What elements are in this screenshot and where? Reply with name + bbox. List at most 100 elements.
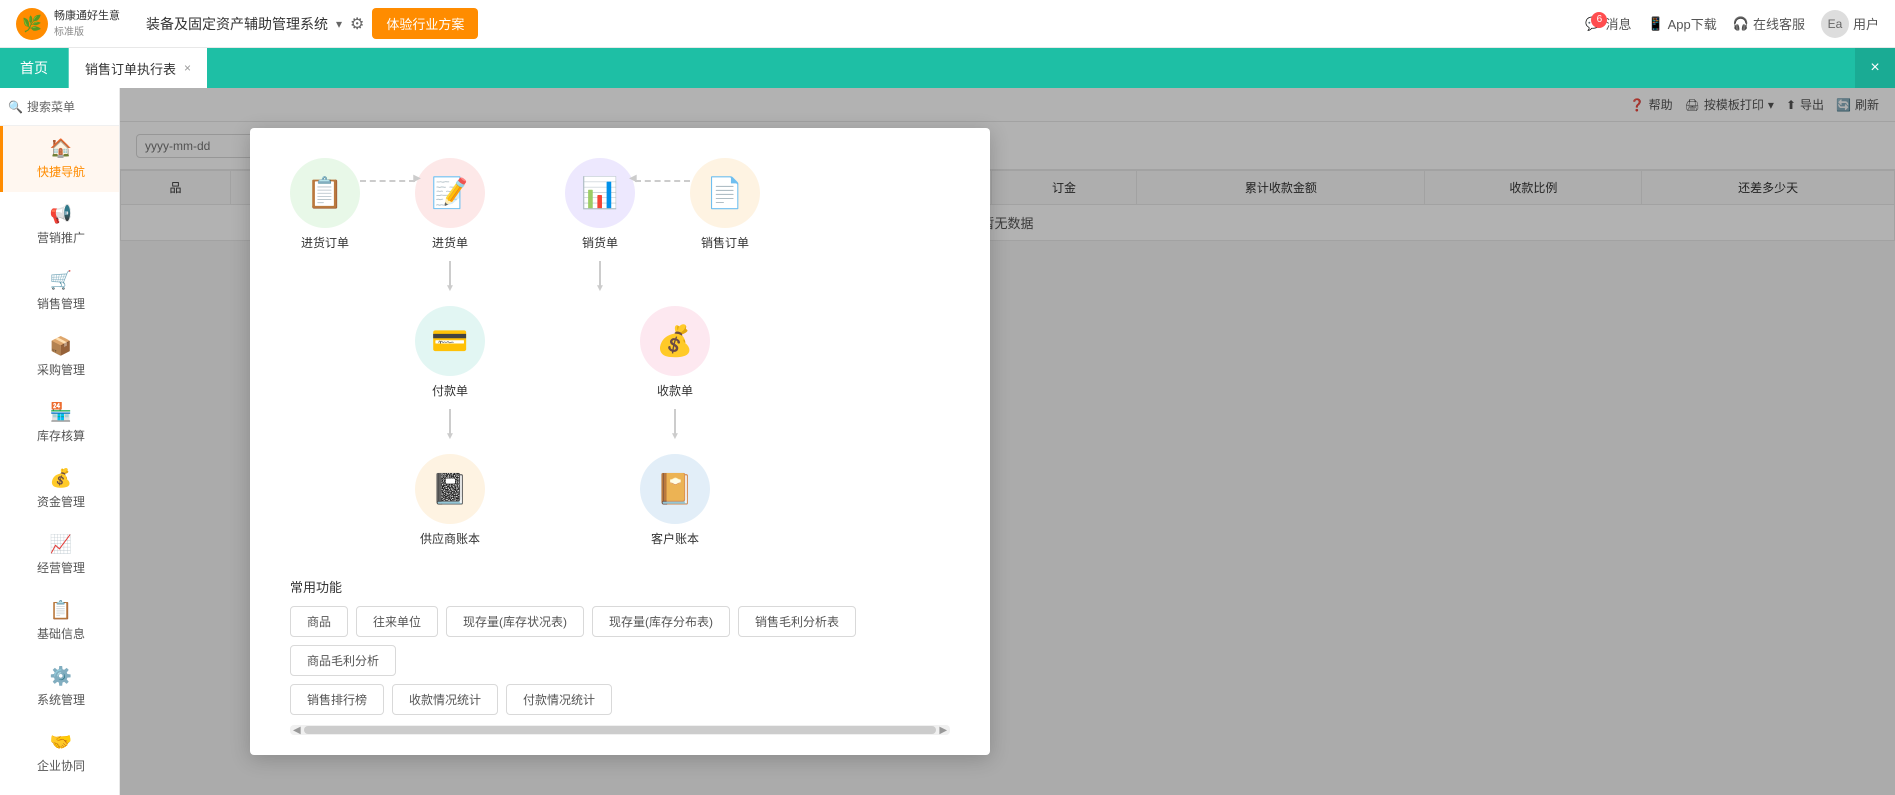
- scroll-thumb[interactable]: [304, 726, 937, 734]
- trial-btn[interactable]: 体验行业方案: [372, 8, 478, 39]
- tab-close-all-btn[interactable]: ×: [1855, 48, 1895, 88]
- sidebar-item-inventory[interactable]: 🏪 库存核算: [0, 390, 119, 456]
- flow-node-customer-ledger[interactable]: 📔 客户账本: [640, 454, 710, 547]
- payment-label: 付款单: [432, 382, 468, 399]
- service-label: 在线客服: [1753, 14, 1805, 33]
- sale-order-label: 销售订单: [701, 234, 749, 251]
- sidebar-item-basic[interactable]: 📋 基础信息: [0, 588, 119, 654]
- basic-icon: 📋: [50, 600, 72, 621]
- purchase-slip-icon-circle: 📝: [415, 158, 485, 228]
- sidebar-item-label: 基础信息: [37, 625, 85, 642]
- main-layout: 🔍 搜索菜单 🏠 快捷导航 📢 营销推广 🛒 销售管理 📦 采购管理 🏪 库存核…: [0, 88, 1895, 795]
- scroll-left-arrow[interactable]: ◀: [290, 723, 304, 737]
- func-btn-goods-gross[interactable]: 商品毛利分析: [290, 645, 396, 676]
- common-func-row-2: 销售排行榜 收款情况统计 付款情况统计: [290, 684, 950, 715]
- sidebar-item-marketing[interactable]: 📢 营销推广: [0, 192, 119, 258]
- sidebar-item-operation[interactable]: 📈 经营管理: [0, 522, 119, 588]
- flow-node-sale-slip[interactable]: 📊 销货单 ▼: [565, 158, 635, 286]
- search-icon: 🔍: [8, 100, 23, 114]
- scroll-right-arrow[interactable]: ▶: [936, 723, 950, 737]
- sidebar-search[interactable]: 🔍 搜索菜单: [0, 88, 119, 126]
- settings-gear-btn[interactable]: ⚙: [350, 14, 364, 34]
- func-btn-stock-status[interactable]: 现存量(库存状况表): [446, 606, 584, 637]
- logo-text: 畅康通好生意: [54, 9, 120, 23]
- purchase-order-icon: 📋: [306, 176, 343, 211]
- supplier-ledger-icon: 📓: [431, 472, 468, 507]
- sidebar-item-finance[interactable]: 💰 资金管理: [0, 456, 119, 522]
- flow-node-purchase-order[interactable]: 📋 进货订单: [290, 158, 360, 251]
- arrow-v4: ▼: [674, 409, 676, 434]
- flow-node-supplier-ledger[interactable]: 📓 供应商账本: [415, 454, 485, 547]
- sidebar-item-label: 资金管理: [37, 493, 85, 510]
- flow-node-payment[interactable]: 💳 付款单 ▼: [415, 306, 485, 434]
- receipt-icon: 💰: [656, 324, 693, 359]
- header-center: 装备及固定资产辅助管理系统 ▾ ⚙ 体验行业方案: [136, 8, 1585, 39]
- sidebar-item-purchase[interactable]: 📦 采购管理: [0, 324, 119, 390]
- arrow-v1: ▼: [449, 261, 451, 286]
- arrow-v2: ▼: [599, 261, 601, 286]
- sidebar-item-guide[interactable]: 📖 新手引导: [0, 786, 119, 795]
- customer-ledger-icon-circle: 📔: [640, 454, 710, 524]
- service-btn[interactable]: 🎧 在线客服: [1733, 14, 1805, 33]
- arrow-v3: ▼: [449, 409, 451, 434]
- tab-active[interactable]: 销售订单执行表 ×: [69, 48, 207, 88]
- content-area: ❓ 帮助 🖨 按模板打印 ▾ ⬆ 导出 🔄 刷新 📅 — 📅: [120, 88, 1895, 795]
- system-title: 装备及固定资产辅助管理系统: [146, 14, 328, 34]
- sidebar-item-label: 库存核算: [37, 427, 85, 444]
- func-btn-sales-gross[interactable]: 销售毛利分析表: [738, 606, 856, 637]
- sidebar-item-label: 经营管理: [37, 559, 85, 576]
- sidebar-item-sales[interactable]: 🛒 销售管理: [0, 258, 119, 324]
- sale-slip-icon: 📊: [581, 176, 618, 211]
- purchase-order-label: 进货订单: [301, 234, 349, 251]
- top-header: 🌿 畅康通好生意 标准版 装备及固定资产辅助管理系统 ▾ ⚙ 体验行业方案 💬 …: [0, 0, 1895, 48]
- sale-slip-label: 销货单: [582, 234, 618, 251]
- flow-node-purchase-slip[interactable]: 📝 进货单 ▼: [415, 158, 485, 286]
- customer-ledger-icon: 📔: [656, 472, 693, 507]
- tab-home[interactable]: 首页: [0, 48, 69, 88]
- marketing-icon: 📢: [50, 204, 72, 225]
- logo-sub: 标准版: [54, 23, 120, 38]
- func-btn-sales-rank[interactable]: 销售排行榜: [290, 684, 384, 715]
- message-label: 消息: [1605, 14, 1631, 33]
- sale-order-icon-circle: 📄: [690, 158, 760, 228]
- system-icon: ⚙️: [50, 666, 72, 687]
- supplier-ledger-icon-circle: 📓: [415, 454, 485, 524]
- purchase-slip-label: 进货单: [432, 234, 468, 251]
- popup-scrollbar[interactable]: ◀ ▶: [290, 725, 950, 735]
- flow-row3: 📓 供应商账本 📔 客户账本: [290, 454, 950, 547]
- func-btn-partners[interactable]: 往来单位: [356, 606, 438, 637]
- flow-node-sale-order[interactable]: 📄 销售订单: [690, 158, 760, 251]
- supplier-ledger-label: 供应商账本: [420, 530, 480, 547]
- sidebar-item-system[interactable]: ⚙️ 系统管理: [0, 654, 119, 720]
- tab-close-btn[interactable]: ×: [184, 61, 191, 75]
- flow-node-receipt[interactable]: 💰 收款单 ▼: [640, 306, 710, 434]
- sale-slip-icon-circle: 📊: [565, 158, 635, 228]
- func-btn-payment-stats[interactable]: 付款情况统计: [506, 684, 612, 715]
- customer-ledger-label: 客户账本: [651, 530, 699, 547]
- inventory-icon: 🏪: [50, 402, 72, 423]
- finance-icon: 💰: [50, 468, 72, 489]
- app-label: App下载: [1668, 14, 1717, 33]
- sidebar-item-enterprise[interactable]: 🤝 企业协同: [0, 720, 119, 786]
- user-avatar[interactable]: Ea 用户: [1821, 10, 1879, 38]
- func-btn-goods[interactable]: 商品: [290, 606, 348, 637]
- enterprise-icon: 🤝: [50, 732, 72, 753]
- avatar-circle: Ea: [1821, 10, 1849, 38]
- sidebar-item-label: 快捷导航: [37, 163, 85, 180]
- message-badge: 6: [1591, 12, 1607, 28]
- app-download-btn[interactable]: 📱 App下载: [1647, 14, 1716, 33]
- arrow-h1: ▶: [360, 180, 415, 182]
- system-dropdown-btn[interactable]: ▾: [336, 17, 342, 31]
- sidebar-item-quick-nav[interactable]: 🏠 快捷导航: [0, 126, 119, 192]
- tab-active-label: 销售订单执行表: [85, 59, 176, 78]
- sidebar-item-label: 系统管理: [37, 691, 85, 708]
- sidebar-search-label: 搜索菜单: [27, 98, 75, 115]
- payment-icon: 💳: [431, 324, 468, 359]
- func-btn-receipt-stats[interactable]: 收款情况统计: [392, 684, 498, 715]
- receipt-label: 收款单: [657, 382, 693, 399]
- message-btn[interactable]: 💬 6 消息: [1585, 14, 1631, 33]
- func-btn-stock-dist[interactable]: 现存量(库存分布表): [592, 606, 730, 637]
- quick-nav-icon: 🏠: [50, 138, 72, 159]
- app-icon: 📱: [1647, 16, 1663, 32]
- sidebar: 🔍 搜索菜单 🏠 快捷导航 📢 营销推广 🛒 销售管理 📦 采购管理 🏪 库存核…: [0, 88, 120, 795]
